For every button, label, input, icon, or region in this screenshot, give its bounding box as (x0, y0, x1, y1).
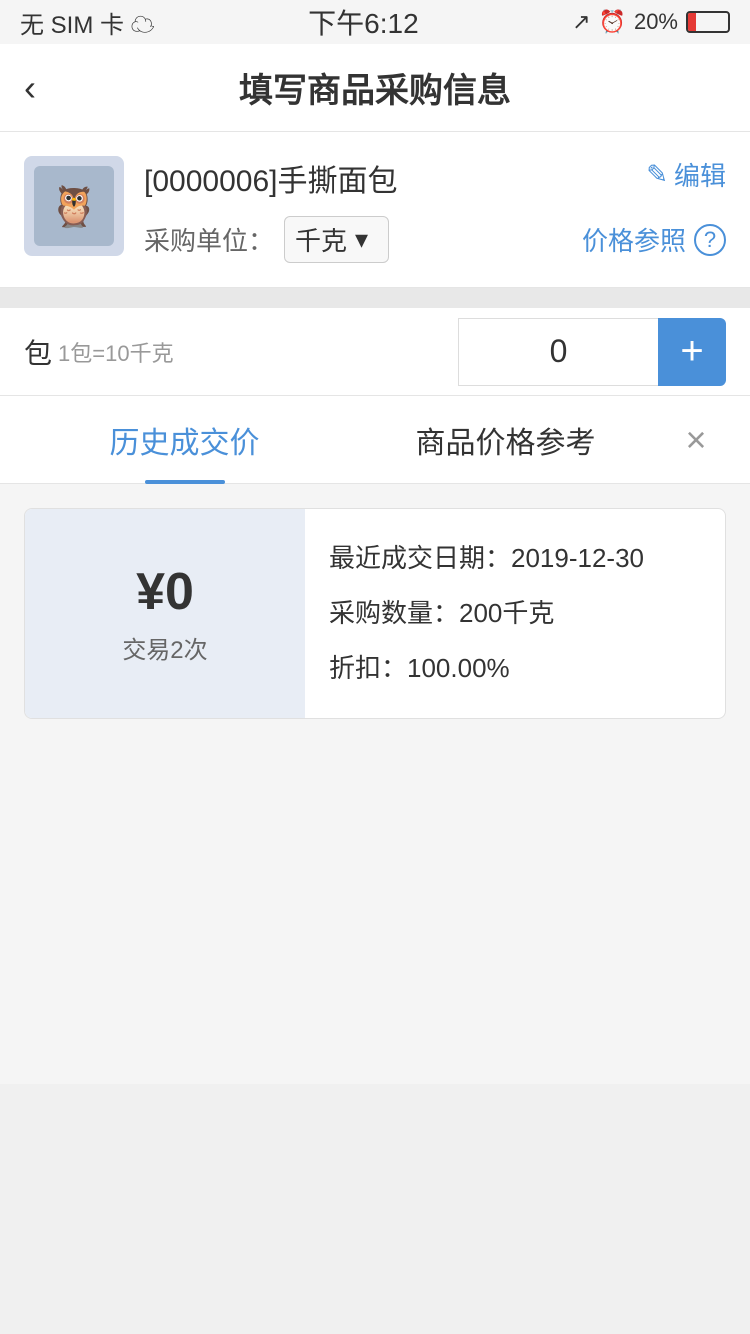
quantity-detail-label: 采购数量： (329, 598, 459, 628)
edit-icon: ✎ (646, 159, 668, 190)
battery-percent: 20% (634, 9, 678, 35)
quantity-input[interactable] (458, 318, 658, 386)
product-card: 🦉 [0000006]手撕面包 ✎ 编辑 采购单位： 千克 ▾ 价格参照 ? (0, 132, 750, 288)
quantity-row: 包 1包=10千克 + (0, 308, 750, 396)
discount-line: 折扣：100.00% (329, 649, 701, 688)
tabs-bar: 历史成交价 商品价格参考 × (0, 396, 750, 484)
purchase-quantity-line: 采购数量：200千克 (329, 594, 701, 633)
quantity-plus-button[interactable]: + (658, 318, 726, 386)
help-icon: ? (694, 224, 726, 256)
price-reference-button[interactable]: 价格参照 ? (582, 221, 726, 258)
recent-date-label: 最近成交日期： (329, 543, 511, 573)
status-left: 无 SIM 卡 ☁ (20, 5, 155, 40)
section-divider (0, 288, 750, 308)
discount-value: 100.00% (407, 653, 510, 683)
sim-status: 无 SIM 卡 ☁ (20, 5, 155, 40)
history-card: ¥0 交易2次 最近成交日期：2019-12-30 采购数量：200千克 折扣：… (24, 508, 726, 719)
unit-label: 采购单位： (144, 221, 274, 258)
product-unit-row: 采购单位： 千克 ▾ 价格参照 ? (144, 216, 726, 263)
history-content: ¥0 交易2次 最近成交日期：2019-12-30 采购数量：200千克 折扣：… (0, 484, 750, 1084)
history-details-panel: 最近成交日期：2019-12-30 采购数量：200千克 折扣：100.00% (305, 509, 725, 718)
unit-selector: 采购单位： 千克 ▾ (144, 216, 389, 263)
tab-active-indicator (145, 480, 225, 484)
quantity-input-group: + (458, 318, 726, 386)
alarm-icon: ⏰ (599, 9, 626, 35)
product-image: 🦉 (24, 156, 124, 256)
tab-product-reference[interactable]: 商品价格参考 (345, 396, 666, 484)
close-button[interactable]: × (666, 419, 726, 461)
recent-date-line: 最近成交日期：2019-12-30 (329, 539, 701, 578)
unit-conversion: 1包=10千克 (58, 336, 174, 368)
tab-history-price-label: 历史成交价 (110, 418, 260, 462)
edit-label: 编辑 (674, 156, 726, 193)
status-right: ↗ ⏰ 20% (572, 9, 730, 35)
location-icon: ↗ (572, 9, 590, 35)
package-unit: 包 1包=10千克 (24, 332, 174, 372)
recent-date-value: 2019-12-30 (511, 543, 644, 573)
battery-indicator (686, 11, 730, 33)
tab-history-price[interactable]: 历史成交价 (24, 396, 345, 484)
unit-tag-label: 包 (24, 332, 52, 372)
history-price: ¥0 (136, 562, 194, 622)
status-bar: 无 SIM 卡 ☁ 下午6:12 ↗ ⏰ 20% (0, 0, 750, 44)
edit-button[interactable]: ✎ 编辑 (646, 156, 726, 193)
quantity-detail-value: 200千克 (459, 598, 554, 628)
nav-bar: ‹ 填写商品采购信息 (0, 44, 750, 132)
product-header: [0000006]手撕面包 ✎ 编辑 (144, 156, 726, 200)
dropdown-arrow-icon: ▾ (355, 224, 368, 255)
product-logo-icon: 🦉 (49, 183, 99, 230)
product-name: [0000006]手撕面包 (144, 156, 397, 200)
trade-count: 交易2次 (122, 630, 207, 665)
page-title: 填写商品采购信息 (239, 63, 511, 112)
back-button[interactable]: ‹ (24, 67, 36, 109)
history-price-panel: ¥0 交易2次 (25, 509, 305, 718)
status-time: 下午6:12 (308, 2, 419, 42)
price-ref-label: 价格参照 (582, 221, 686, 258)
product-info: [0000006]手撕面包 ✎ 编辑 采购单位： 千克 ▾ 价格参照 ? (144, 156, 726, 263)
tab-product-reference-label: 商品价格参考 (416, 418, 596, 462)
discount-label: 折扣： (329, 653, 407, 683)
unit-dropdown[interactable]: 千克 ▾ (284, 216, 389, 263)
unit-value: 千克 (295, 221, 347, 258)
